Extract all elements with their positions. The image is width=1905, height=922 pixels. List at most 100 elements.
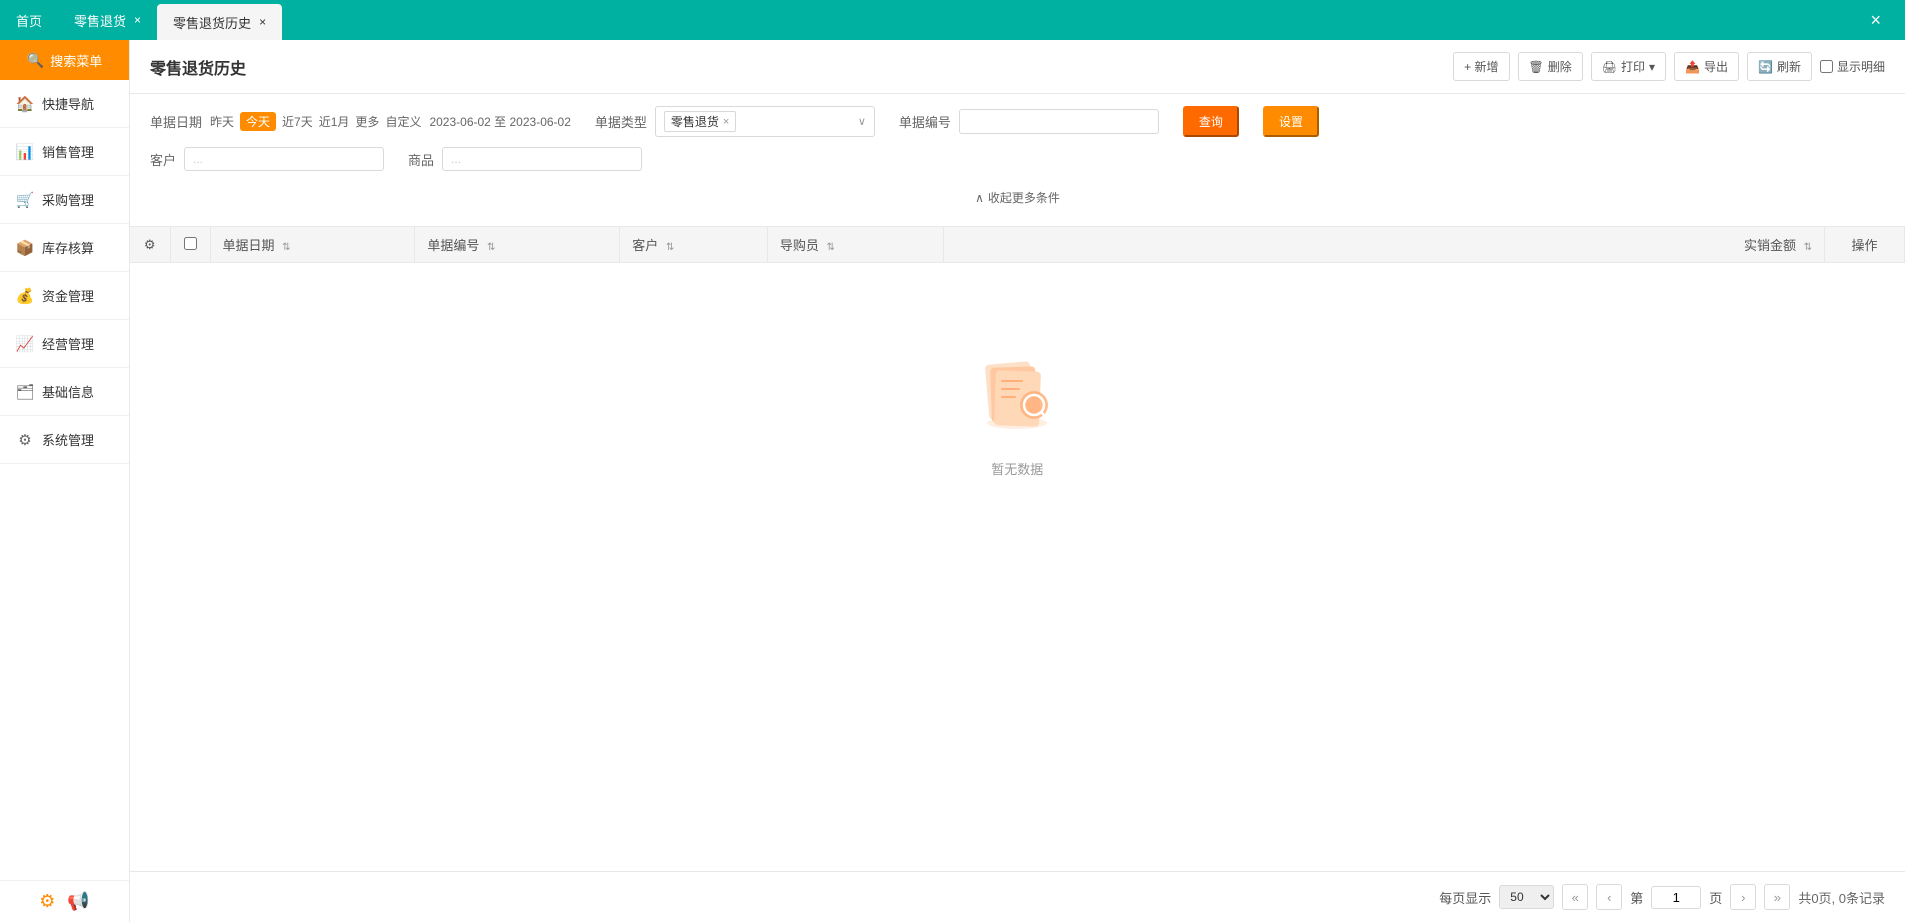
print-button[interactable]: 🖨 打印 ▾ [1591,52,1666,81]
empty-state-row: 暂无数据 [130,263,1905,559]
export-button-label: 导出 [1704,58,1728,75]
date-7days[interactable]: 近7天 [282,113,313,130]
tab-retail-return[interactable]: 零售退货 × [58,0,157,40]
search-bar-label: 搜索菜单 [50,51,102,70]
date-1month[interactable]: 近1月 [319,113,350,130]
th-amount-sort-icon: ⇅ [1804,242,1812,253]
sidebar-item-finance[interactable]: 💰 资金管理 [0,272,129,320]
sound-icon[interactable]: 📢 [67,891,89,912]
type-tag-close[interactable]: × [723,116,729,128]
tab-retail-return-label: 零售退货 [74,11,126,30]
inventory-icon: 📦 [16,239,34,257]
th-date[interactable]: 单据日期 ⇅ [210,227,415,263]
goods-ellipsis: ... [451,152,461,166]
select-all-checkbox[interactable] [184,237,197,250]
page-number-input[interactable] [1651,886,1701,909]
sales-icon: 📊 [16,143,34,161]
th-customer[interactable]: 客户 ⇅ [620,227,768,263]
show-detail-label: 显示明细 [1837,58,1885,75]
tab-retail-return-history[interactable]: 零售退货历史 × [157,4,282,40]
date-more[interactable]: 更多 [355,113,379,130]
collapse-row: ∧ 收起更多条件 [150,181,1885,214]
pagination: 每页显示 10 20 50 100 « ‹ 第 页 › » 共0页, 0条记录 [130,871,1905,922]
sidebar-item-system-label: 系统管理 [42,430,94,449]
th-customer-label: 客户 [632,238,658,253]
page-size-select[interactable]: 10 20 50 100 [1499,885,1554,909]
new-button[interactable]: + 新增 [1453,52,1509,81]
sidebar-item-inventory-label: 库存核算 [42,238,94,257]
empty-text: 暂无数据 [991,459,1043,478]
search-icon: 🔍 [27,52,44,69]
sidebar-item-system[interactable]: ⚙ 系统管理 [0,416,129,464]
query-button[interactable]: 查询 [1183,106,1239,137]
sidebar-item-inventory[interactable]: 📦 库存核算 [0,224,129,272]
operations-icon: 📈 [16,335,34,353]
th-id[interactable]: 单据编号 ⇅ [415,227,620,263]
th-checkbox[interactable] [170,227,210,263]
sidebar-item-purchase[interactable]: 🛒 采购管理 [0,176,129,224]
last-page-button[interactable]: » [1764,884,1790,910]
tab-home[interactable]: 首页 [0,0,58,40]
delete-button[interactable]: 🗑 删除 [1518,52,1583,81]
print-dropdown-icon: ▾ [1649,60,1655,74]
sidebar-item-basic-info[interactable]: 🗂 基础信息 [0,368,129,416]
export-icon: 📤 [1685,60,1700,74]
type-tag-text: 零售退货 [671,113,719,130]
sidebar-item-sales[interactable]: 📊 销售管理 [0,128,129,176]
date-custom[interactable]: 自定义 [385,113,421,130]
sidebar-item-operations[interactable]: 📈 经营管理 [0,320,129,368]
filter-id: 单据编号 [899,109,1159,134]
table-header-row: ⚙ 单据日期 ⇅ 单据编号 ⇅ 客户 [130,227,1905,263]
table-body: 暂无数据 [130,263,1905,559]
table-head: ⚙ 单据日期 ⇅ 单据编号 ⇅ 客户 [130,227,1905,263]
settings-button[interactable]: 设置 [1263,106,1319,137]
window-close-button[interactable]: × [1862,10,1889,30]
date-shortcuts: 昨天 今天 近7天 近1月 更多 自定义 [210,112,421,131]
type-filter-label: 单据类型 [595,112,647,131]
sidebar-item-basic-info-label: 基础信息 [42,382,94,401]
empty-state-cell: 暂无数据 [130,263,1905,559]
th-settings[interactable]: ⚙ [130,227,170,263]
show-detail-checkbox[interactable] [1820,60,1833,73]
collapse-icon: ∧ [975,191,984,205]
header-actions: + 新增 🗑 删除 🖨 打印 ▾ 📤 导出 🔄 刷新 [1453,52,1885,81]
refresh-button-label: 刷新 [1777,58,1801,75]
filter-date: 单据日期 昨天 今天 近7天 近1月 更多 自定义 2023-06-02 至 2… [150,112,571,131]
date-yesterday[interactable]: 昨天 [210,113,234,130]
goods-filter-label: 商品 [408,150,434,169]
empty-icon [967,343,1067,443]
purchase-icon: 🛒 [16,191,34,209]
date-filter-label: 单据日期 [150,112,202,131]
export-button[interactable]: 📤 导出 [1674,52,1739,81]
th-guide-label: 导购员 [780,238,819,253]
filter-area: 单据日期 昨天 今天 近7天 近1月 更多 自定义 2023-06-02 至 2… [130,94,1905,227]
collapse-button[interactable]: ∧ 收起更多条件 [963,185,1072,210]
show-detail-checkbox-label[interactable]: 显示明细 [1820,58,1885,75]
next-page-button[interactable]: › [1730,884,1756,910]
id-filter-input[interactable] [959,109,1159,134]
total-info: 共0页, 0条记录 [1798,888,1885,907]
th-amount[interactable]: 实销金额 ⇅ [944,227,1825,263]
th-guide[interactable]: 导购员 ⇅ [767,227,943,263]
search-bar[interactable]: 🔍 搜索菜单 [0,40,129,80]
customer-filter-select[interactable]: ... [184,147,384,171]
goods-filter-select[interactable]: ... [442,147,642,171]
home-icon: 🏠 [16,95,34,113]
first-page-button[interactable]: « [1562,884,1588,910]
page-size-label: 每页显示 [1439,888,1491,907]
filter-type: 单据类型 零售退货 × ∨ [595,106,875,137]
settings-bottom-icon[interactable]: ⚙ [39,891,55,912]
th-actions: 操作 [1825,227,1905,263]
th-amount-label: 实销金额 [1744,238,1796,253]
page-label: 第 [1630,888,1643,907]
tab-home-label: 首页 [16,11,42,30]
last-page-icon: » [1774,890,1781,905]
type-filter-select[interactable]: 零售退货 × ∨ [655,106,875,137]
tab-retail-return-close[interactable]: × [134,13,141,27]
sidebar-item-quick-nav[interactable]: 🏠 快捷导航 [0,80,129,128]
prev-page-button[interactable]: ‹ [1596,884,1622,910]
tab-retail-return-history-close[interactable]: × [259,15,266,29]
date-today[interactable]: 今天 [240,112,276,131]
content-area: 零售退货历史 + 新增 🗑 删除 🖨 打印 ▾ 📤 导出 [130,40,1905,922]
refresh-button[interactable]: 🔄 刷新 [1747,52,1812,81]
